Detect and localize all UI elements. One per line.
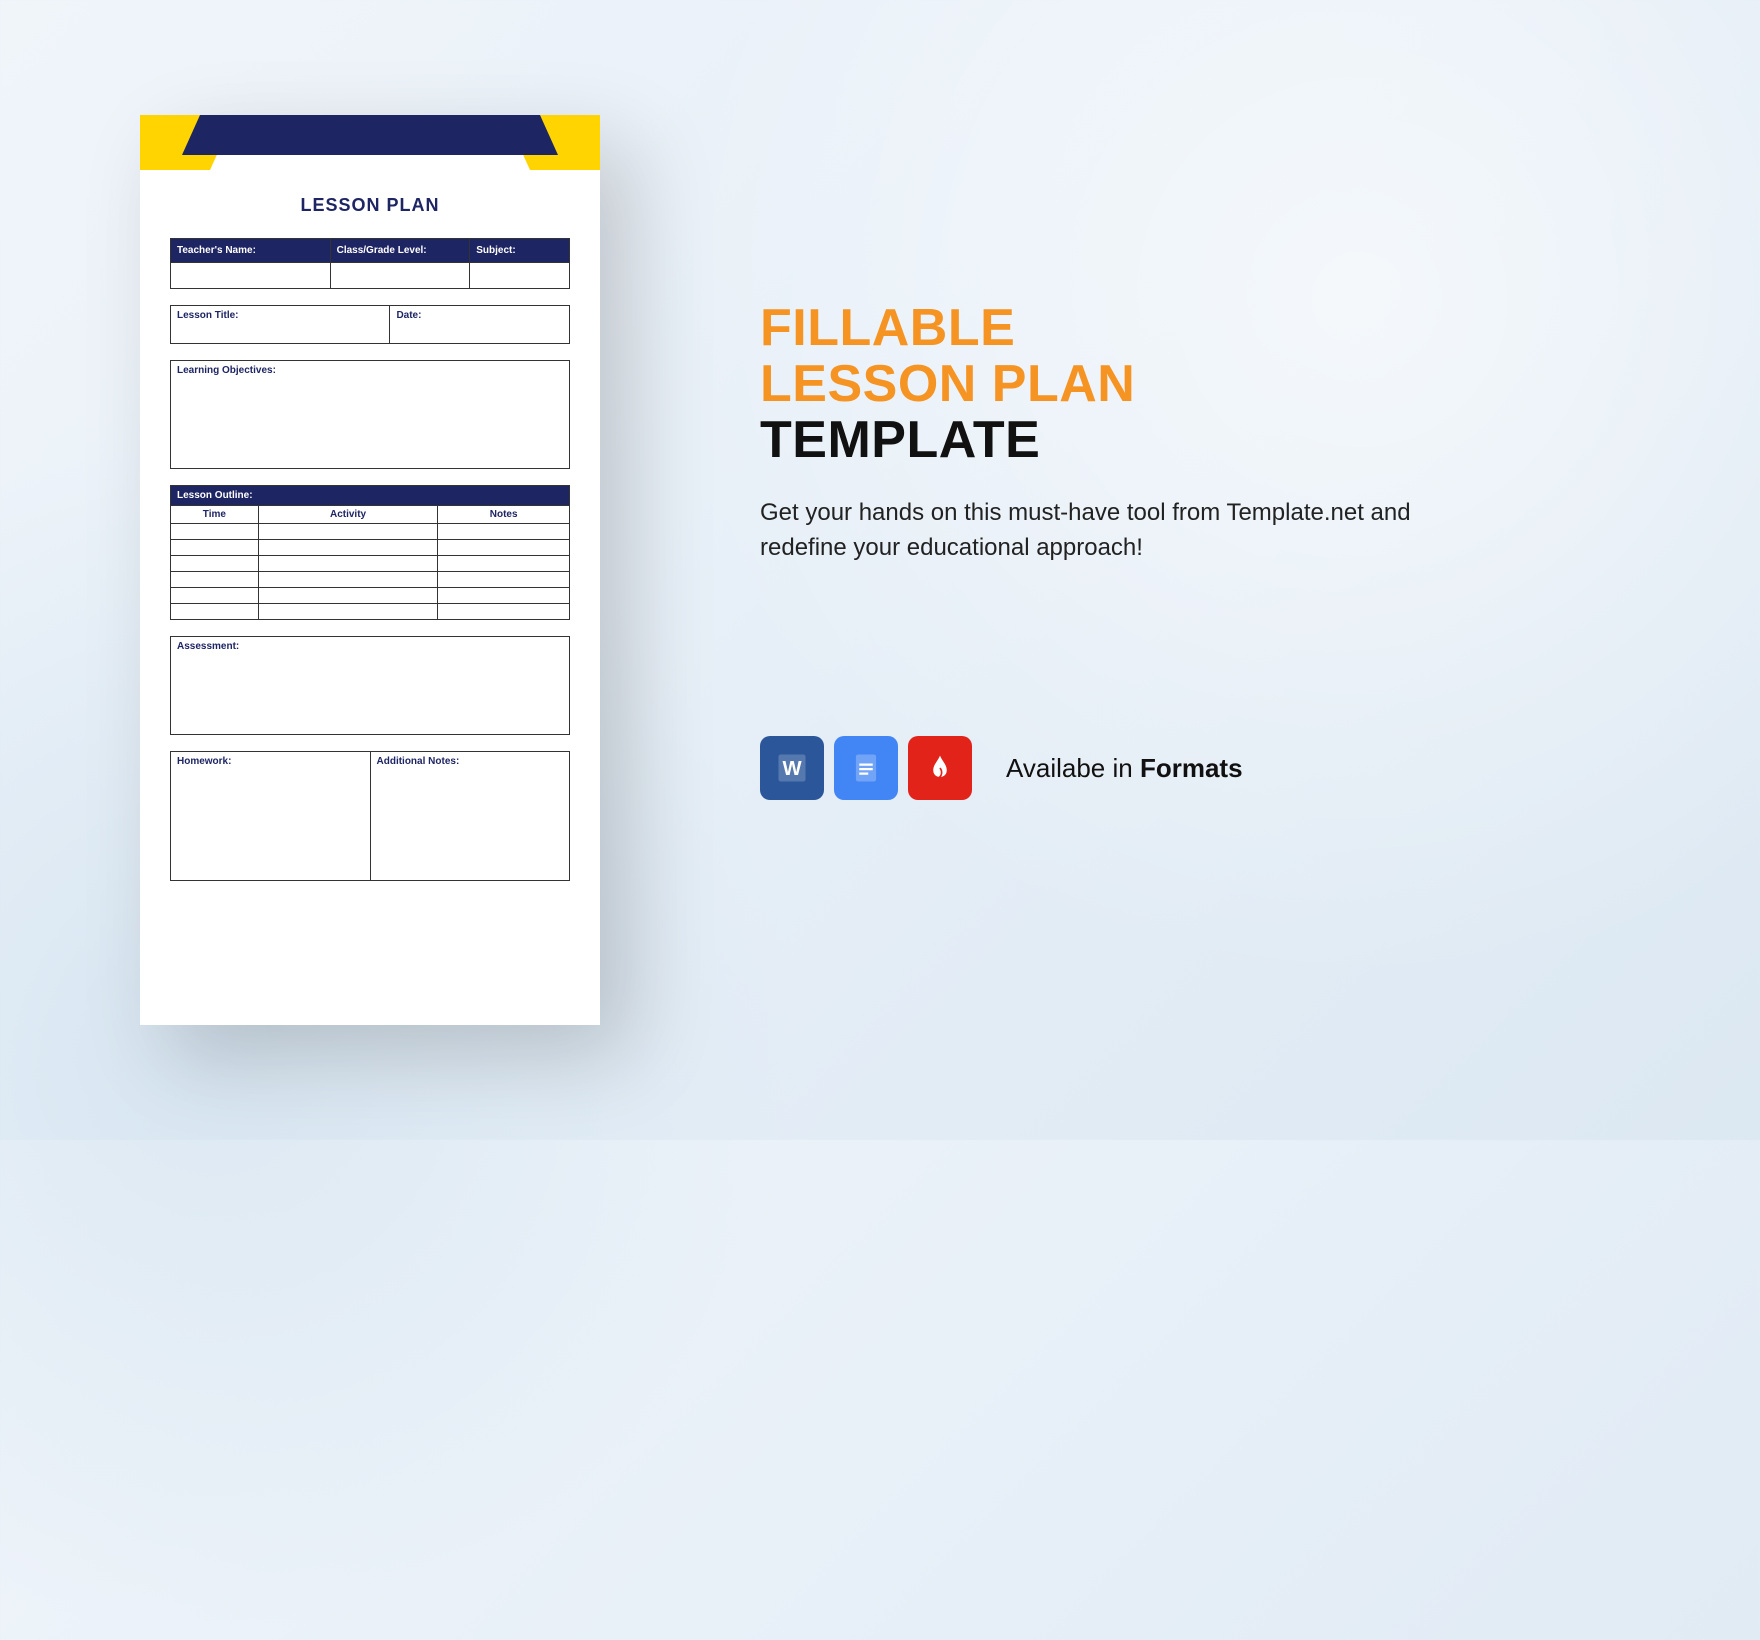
field-learning-objectives: Learning Objectives:: [171, 361, 569, 380]
field-homework: Homework:: [171, 752, 370, 771]
assessment-box: Assessment:: [170, 636, 570, 735]
lesson-plan-preview: LESSON PLAN Teacher's Name: Class/Grade …: [140, 115, 600, 1025]
col-activity: Activity: [258, 506, 438, 524]
field-teacher-name: Teacher's Name:: [171, 239, 331, 263]
formats-prefix: Availabe in: [1006, 753, 1140, 783]
info-table: Teacher's Name: Class/Grade Level: Subje…: [170, 238, 570, 289]
field-date: Date:: [390, 306, 570, 344]
field-lesson-title: Lesson Title:: [171, 306, 390, 344]
promo-pane: FILLABLE LESSON PLAN TEMPLATE Get your h…: [760, 300, 1460, 800]
field-subject: Subject:: [470, 239, 570, 263]
document-title: LESSON PLAN: [170, 195, 570, 216]
field-assessment: Assessment:: [171, 637, 569, 656]
learning-objectives-box: Learning Objectives:: [170, 360, 570, 469]
document-header-band: [140, 115, 600, 175]
headline-line1: FILLABLE: [760, 300, 1460, 356]
lesson-outline-table: Lesson Outline: Time Activity Notes: [170, 485, 570, 620]
bottom-row: Homework: Additional Notes:: [170, 751, 570, 881]
homework-box: Homework:: [170, 751, 370, 881]
svg-text:W: W: [782, 758, 802, 780]
formats-row: W Availabe in Formats: [760, 736, 1460, 800]
additional-notes-box: Additional Notes:: [370, 751, 571, 881]
promo-subcopy: Get your hands on this must-have tool fr…: [760, 496, 1460, 566]
col-notes: Notes: [438, 506, 570, 524]
headline-line2: LESSON PLAN: [760, 356, 1460, 412]
field-additional-notes: Additional Notes:: [371, 752, 570, 771]
formats-bold: Formats: [1140, 753, 1243, 783]
word-icon: W: [760, 736, 824, 800]
formats-label: Availabe in Formats: [1006, 753, 1243, 784]
col-time: Time: [171, 506, 259, 524]
promo-headline: FILLABLE LESSON PLAN TEMPLATE: [760, 300, 1460, 468]
title-date-table: Lesson Title: Date:: [170, 305, 570, 344]
field-class-grade: Class/Grade Level:: [330, 239, 470, 263]
google-docs-icon: [834, 736, 898, 800]
pdf-icon: [908, 736, 972, 800]
field-lesson-outline: Lesson Outline:: [171, 486, 570, 506]
headline-line3: TEMPLATE: [760, 412, 1460, 468]
